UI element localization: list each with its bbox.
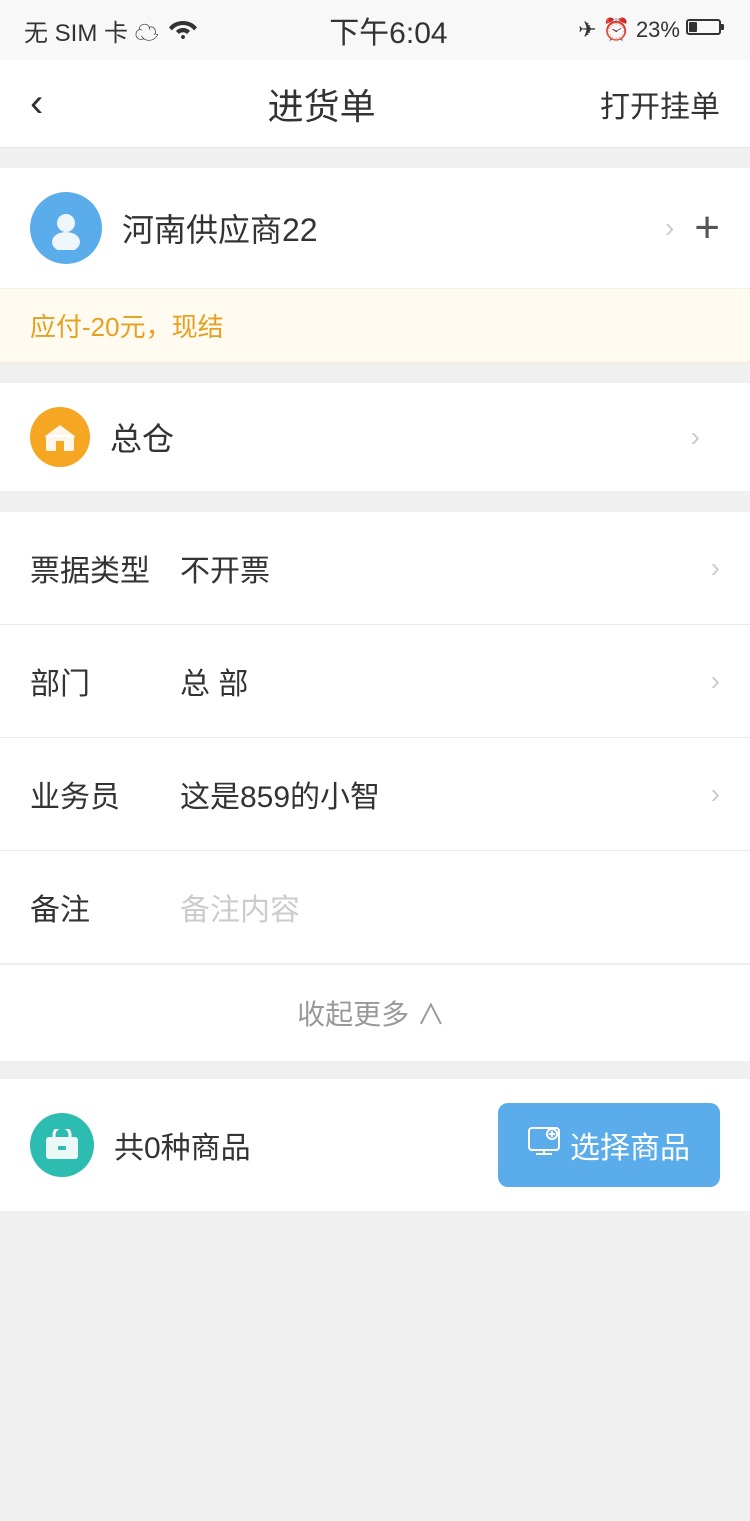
supplier-avatar [30,192,102,264]
battery-icon [686,17,726,43]
select-product-icon [528,1127,560,1163]
status-bar: 无 SIM 卡 ☁ 下午6:04 ✈ ⏰ 23% [0,0,750,60]
add-supplier-button[interactable]: + [694,206,720,250]
form-section: 票据类型 不开票 › 部门 总 部 › 业务员 这是859的小智 › 备注 备注… [0,512,750,1061]
nav-bar: ‹ 进货单 打开挂单 [0,60,750,148]
alarm-icon: ⏰ [603,17,630,43]
collapse-button[interactable]: 收起更多 ∧ [0,964,750,1061]
collapse-label: 收起更多 ∧ [297,993,445,1033]
invoice-type-row[interactable]: 票据类型 不开票 › [0,512,750,625]
supplier-row[interactable]: 河南供应商22 › + [0,168,750,289]
department-value: 总 部 [170,659,711,703]
open-pending-button[interactable]: 打开挂单 [600,82,720,126]
warehouse-icon [30,407,90,467]
supplier-arrow-icon: › [665,212,674,244]
staff-arrow-icon: › [711,778,720,810]
select-product-label: 选择商品 [570,1123,690,1167]
warehouse-section: 总仓 › [0,383,750,492]
staff-label: 业务员 [30,772,170,816]
invoice-type-arrow-icon: › [711,552,720,584]
background-fill [0,1211,750,1521]
top-divider [0,148,750,168]
department-arrow-icon: › [711,665,720,697]
product-count-label: 共0种商品 [114,1123,498,1167]
status-time: 下午6:04 [329,8,447,52]
warehouse-row[interactable]: 总仓 › [0,383,750,492]
supplier-name: 河南供应商22 [122,205,665,251]
invoice-type-label: 票据类型 [30,546,170,590]
status-left: 无 SIM 卡 ☁ [24,13,199,48]
location-icon: ✈ [578,17,596,43]
sim-label: 无 SIM 卡 ☁ [24,13,159,48]
warehouse-name: 总仓 [110,414,691,460]
mid-divider1 [0,363,750,383]
remark-row[interactable]: 备注 备注内容 [0,851,750,964]
product-bar: 共0种商品 选择商品 [0,1079,750,1211]
staff-value: 这是859的小智 [170,772,711,816]
select-product-button[interactable]: 选择商品 [498,1103,720,1187]
supplier-notice: 应付-20元，现结 [0,289,750,363]
back-button[interactable]: ‹ [30,81,43,126]
staff-row[interactable]: 业务员 这是859的小智 › [0,738,750,851]
department-row[interactable]: 部门 总 部 › [0,625,750,738]
mid-divider2 [0,492,750,512]
remark-label: 备注 [30,885,170,929]
remark-input[interactable]: 备注内容 [170,885,720,929]
battery-label: 23% [636,17,680,43]
page-title: 进货单 [268,78,376,130]
department-label: 部门 [30,659,170,703]
supplier-section: 河南供应商22 › + 应付-20元，现结 [0,168,750,363]
invoice-type-value: 不开票 [170,546,711,590]
status-right: ✈ ⏰ 23% [578,17,726,43]
wifi-icon [167,15,199,46]
warehouse-arrow-icon: › [691,421,700,453]
product-icon [30,1113,94,1177]
